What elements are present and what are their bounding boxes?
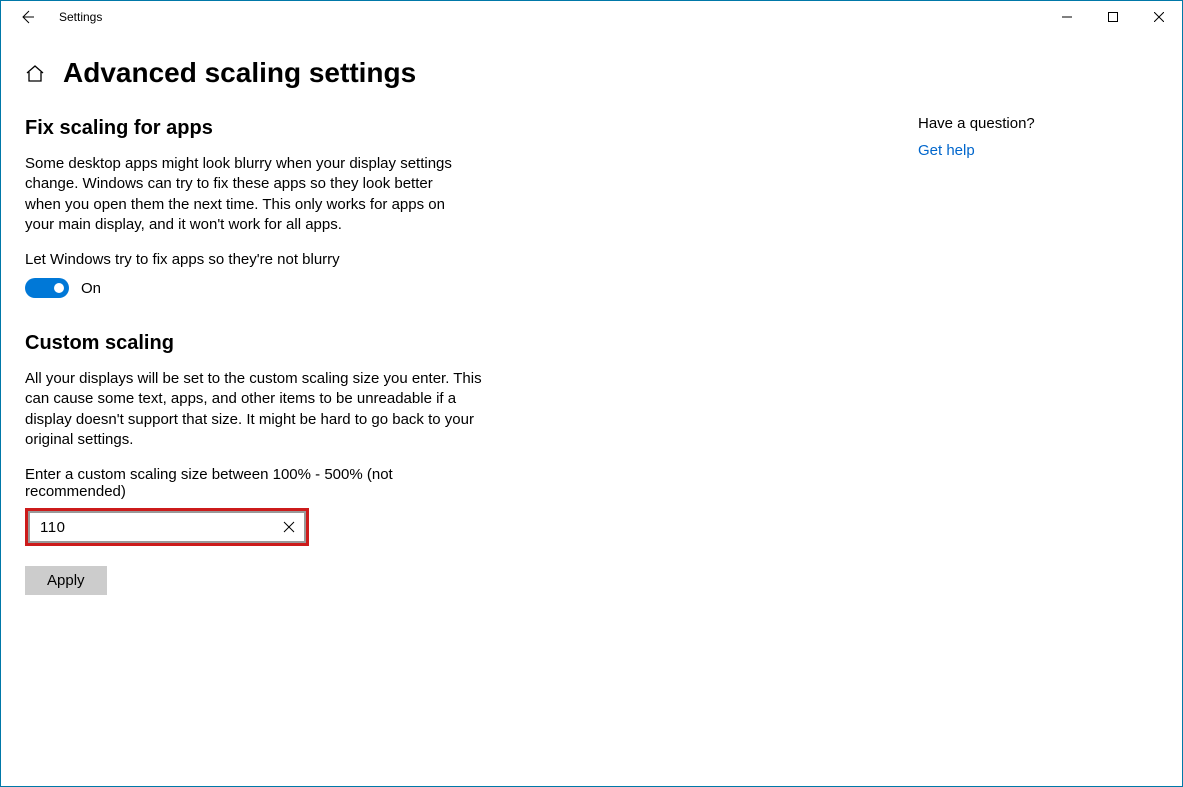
clear-input-button[interactable] bbox=[280, 518, 298, 536]
title-bar: Settings bbox=[1, 1, 1182, 33]
get-help-link[interactable]: Get help bbox=[918, 142, 975, 159]
x-icon bbox=[283, 521, 295, 533]
custom-scaling-description: All your displays will be set to the cus… bbox=[25, 369, 485, 450]
minimize-button[interactable] bbox=[1044, 1, 1090, 33]
maximize-icon bbox=[1108, 12, 1118, 22]
custom-scaling-input[interactable] bbox=[38, 518, 280, 537]
fix-scaling-toggle[interactable] bbox=[25, 278, 69, 298]
home-icon[interactable] bbox=[25, 63, 45, 83]
fix-scaling-description: Some desktop apps might look blurry when… bbox=[25, 154, 465, 235]
custom-scaling-input-highlight bbox=[25, 508, 309, 546]
page-title: Advanced scaling settings bbox=[63, 57, 416, 89]
fix-scaling-toggle-label: Let Windows try to fix apps so they're n… bbox=[25, 251, 465, 268]
minimize-icon bbox=[1062, 12, 1072, 22]
fix-scaling-toggle-state: On bbox=[81, 280, 101, 297]
back-button[interactable] bbox=[9, 1, 45, 33]
caption-buttons bbox=[1044, 1, 1182, 33]
close-button[interactable] bbox=[1136, 1, 1182, 33]
app-title: Settings bbox=[59, 10, 102, 24]
section-heading-fix-scaling: Fix scaling for apps bbox=[25, 117, 645, 140]
custom-scaling-input-label: Enter a custom scaling size between 100%… bbox=[25, 466, 465, 500]
arrow-left-icon bbox=[19, 9, 35, 25]
close-icon bbox=[1154, 12, 1164, 22]
page-header: Advanced scaling settings bbox=[1, 33, 1182, 109]
apply-button[interactable]: Apply bbox=[25, 566, 107, 595]
maximize-button[interactable] bbox=[1090, 1, 1136, 33]
section-heading-custom-scaling: Custom scaling bbox=[25, 332, 645, 355]
question-heading: Have a question? bbox=[918, 115, 1150, 132]
